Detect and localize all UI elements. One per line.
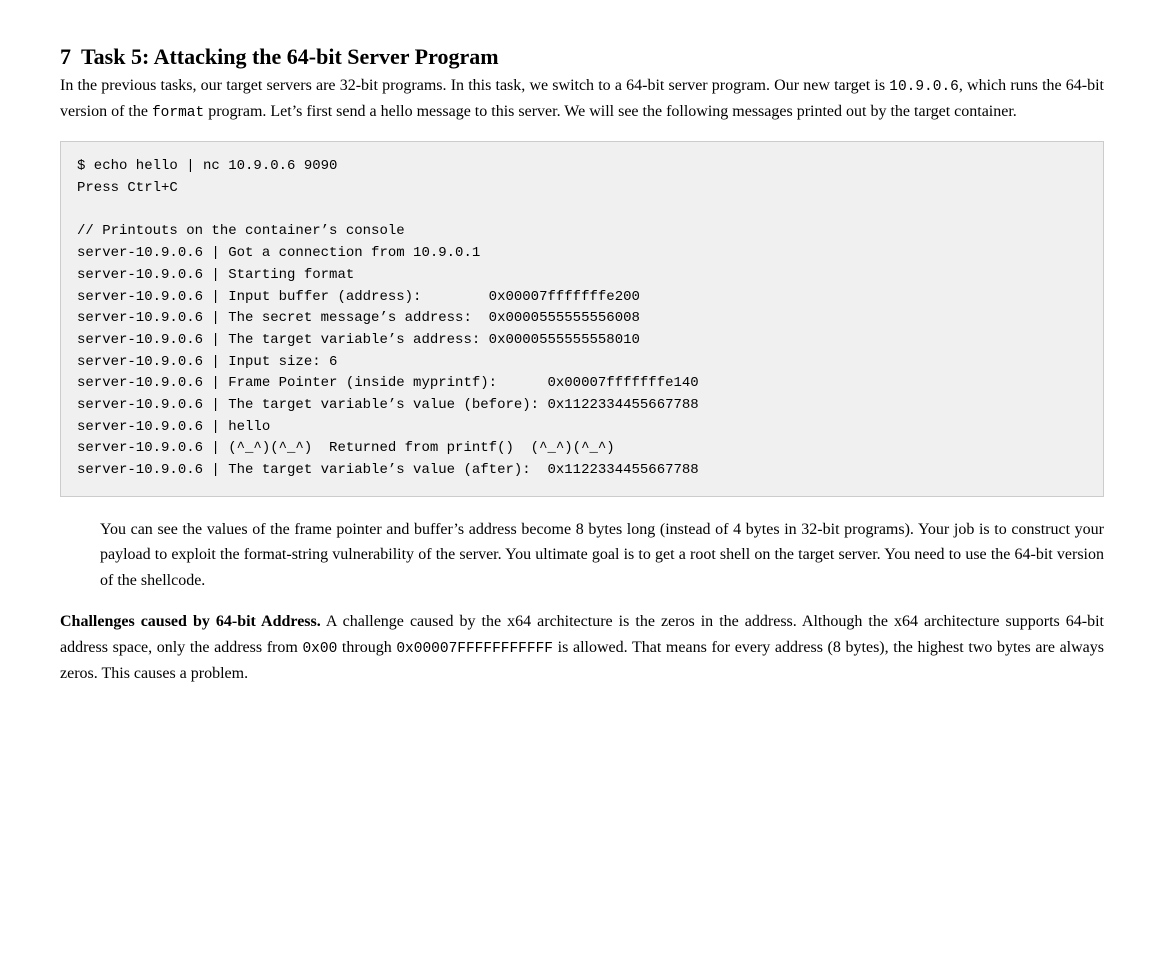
format-program: format (152, 105, 204, 121)
target-ip: 10.9.0.6 (889, 79, 959, 95)
challenges-0x00007f: 0x00007FFFFFFFFFFF (396, 641, 553, 657)
section-title: Task 5: Attacking the 64-bit Server Prog… (81, 44, 499, 69)
body-paragraph: You can see the values of the frame poin… (100, 517, 1104, 594)
challenges-label: Challenges caused by 64-bit Address. (60, 613, 321, 630)
section-heading: 7 Task 5: Attacking the 64-bit Server Pro… (60, 40, 1104, 73)
intro-paragraph: In the previous tasks, our target server… (60, 73, 1104, 125)
intro-text-start: In the previous tasks, our target server… (60, 77, 889, 94)
challenges-paragraph: Challenges caused by 64-bit Address. A c… (60, 609, 1104, 686)
challenges-0x00: 0x00 (302, 641, 337, 657)
section-number: 7 (60, 44, 71, 69)
challenges-through: through (337, 639, 396, 656)
intro-text-end: program. Let’s first send a hello messag… (204, 103, 1017, 120)
code-block: $ echo hello | nc 10.9.0.6 9090 Press Ct… (60, 141, 1104, 496)
